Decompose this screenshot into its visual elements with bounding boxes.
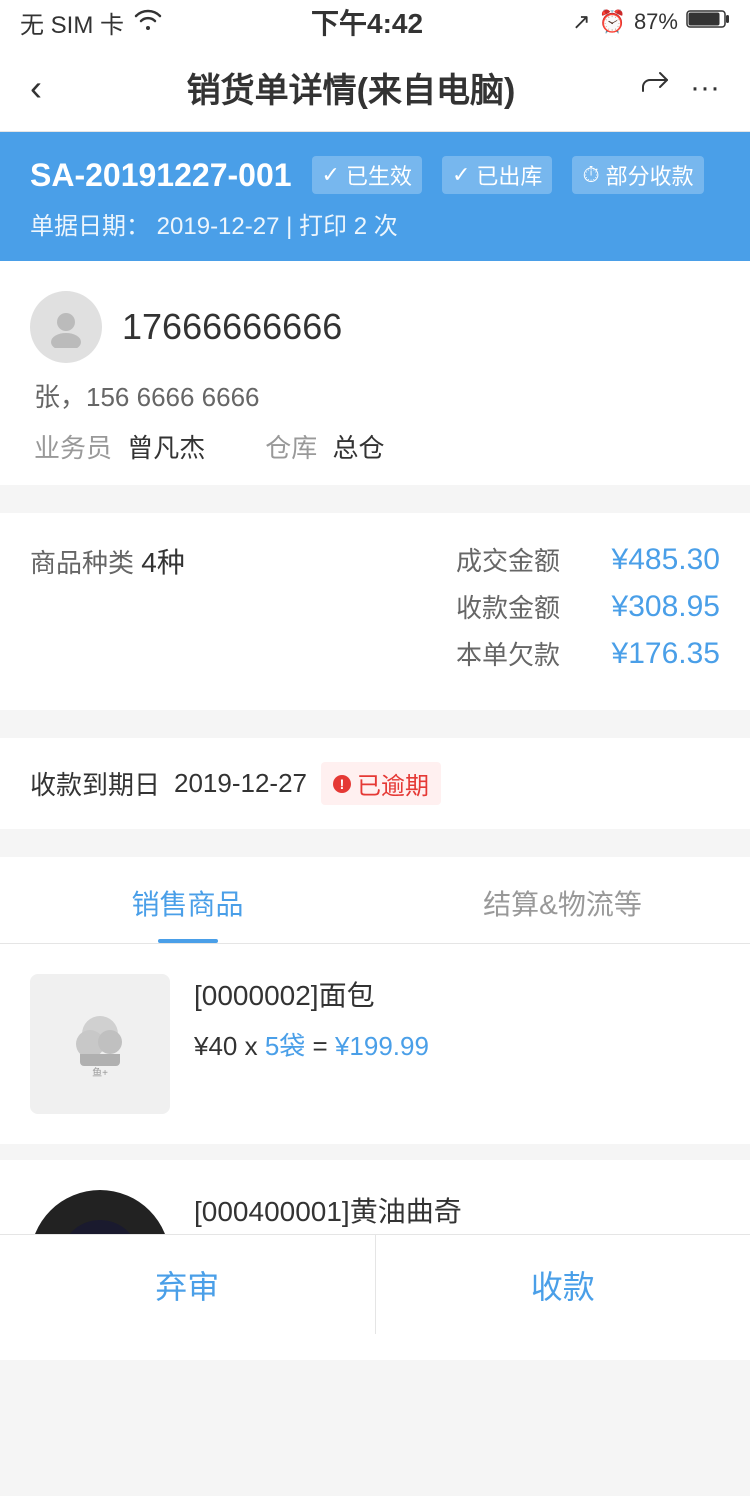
deal-amount-label: 成交金额 [456, 541, 560, 578]
salesperson-label: 业务员 [34, 433, 112, 463]
order-number: SA-20191227-001 [30, 157, 292, 194]
tab-settlement[interactable]: 结算&物流等 [375, 857, 750, 943]
status-bar: 无 SIM 卡 下午4:42 ↗ ⏰ 87% [0, 0, 750, 44]
product-info-1: [0000002]面包 ¥40 x 5袋 = ¥199.99 [194, 974, 720, 1063]
battery-icon [686, 8, 730, 36]
more-button[interactable]: ··· [690, 71, 720, 105]
status-badge-effective: ✓ 已生效 [312, 156, 422, 194]
header-banner: SA-20191227-001 ✓ 已生效 ✓ 已出库 ⏱ 部分收款 单据日期：… [0, 132, 750, 261]
status-bar-right: ↗ ⏰ 87% [572, 8, 730, 36]
check-icon-2: ✓ [452, 162, 470, 188]
nav-actions: ··· [640, 69, 720, 107]
cancel-button[interactable]: 弃审 [0, 1235, 376, 1334]
carrier-text: 无 SIM 卡 [20, 5, 124, 40]
customer-top: 17666666666 [30, 291, 720, 363]
customer-sub-info: 张，156 6666 6666 [30, 377, 720, 414]
received-amount-label: 收款金额 [456, 588, 560, 625]
price-total-1: ¥199.99 [335, 1031, 429, 1061]
tabs: 销售商品 结算&物流等 [0, 857, 750, 944]
overdue-date: 2019-12-27 [174, 768, 307, 799]
deal-amount-row: 成交金额 ¥485.30 [456, 541, 720, 578]
status-badge-partial: ⏱ 部分收款 [572, 156, 703, 194]
overdue-dot-icon: ! [333, 775, 351, 793]
received-amount-value: ¥308.95 [580, 590, 720, 624]
check-icon-1: ✓ [322, 162, 340, 188]
overdue-badge: ! 已逾期 [321, 762, 441, 805]
summary-row: 商品种类 4种 成交金额 ¥485.30 收款金额 ¥308.95 本单欠款 ¥… [30, 541, 720, 682]
page-title: 销货单详情(来自电脑) [62, 63, 640, 112]
separator-1 [0, 497, 750, 513]
received-amount-row: 收款金额 ¥308.95 [456, 588, 720, 625]
bottom-bar: 弃审 收款 [0, 1234, 750, 1334]
tab-sales-products[interactable]: 销售商品 [0, 857, 375, 943]
status-badge-shipped: ✓ 已出库 [442, 156, 552, 194]
deal-amount-value: ¥485.30 [580, 543, 720, 577]
product-item: 鱼+ [0000002]面包 ¥40 x 5袋 = ¥199.99 [0, 944, 750, 1144]
status-bar-time: 下午4:42 [311, 2, 423, 42]
customer-id: 17666666666 [122, 306, 342, 348]
back-button[interactable]: ‹ [30, 67, 62, 109]
avatar [30, 291, 102, 363]
owed-amount-label: 本单欠款 [456, 635, 560, 672]
wifi-icon [134, 8, 162, 37]
category-label: 商品种类 [30, 548, 134, 578]
category-count: 4种 [141, 547, 185, 578]
product-image-1: 鱼+ [30, 974, 170, 1114]
clock-icon: ⏱ [582, 162, 599, 188]
overdue-label: 收款到期日 [30, 765, 160, 802]
amounts: 成交金额 ¥485.30 收款金额 ¥308.95 本单欠款 ¥176.35 [456, 541, 720, 682]
price-qty-1: 5袋 [265, 1031, 305, 1061]
warehouse-label: 仓库 [265, 433, 317, 463]
svg-text:鱼+: 鱼+ [92, 1066, 108, 1079]
share-button[interactable] [640, 69, 670, 107]
location-icon: ↗ [572, 9, 590, 35]
owed-amount-value: ¥176.35 [580, 637, 720, 671]
summary-card: 商品种类 4种 成交金额 ¥485.30 收款金额 ¥308.95 本单欠款 ¥… [0, 513, 750, 710]
product-price-1: ¥40 x 5袋 = ¥199.99 [194, 1026, 720, 1063]
product-name-1: [0000002]面包 [194, 974, 720, 1014]
overdue-card: 收款到期日 2019-12-27 ! 已逾期 [0, 738, 750, 829]
confirm-button[interactable]: 收款 [376, 1235, 750, 1334]
separator-2 [0, 722, 750, 738]
warehouse-value: 总仓 [333, 433, 385, 463]
owed-amount-row: 本单欠款 ¥176.35 [456, 635, 720, 672]
nav-bar: ‹ 销货单详情(来自电脑) ··· [0, 44, 750, 132]
order-date-line: 单据日期： 2019-12-27 | 打印 2 次 [30, 206, 720, 241]
price-base-1: ¥40 x [194, 1031, 265, 1061]
salesperson-item: 业务员 曾凡杰 [34, 428, 205, 465]
salesperson-value: 曾凡杰 [127, 433, 205, 463]
status-bar-left: 无 SIM 卡 [20, 5, 162, 40]
warehouse-item: 仓库 总仓 [265, 428, 384, 465]
separator-3 [0, 841, 750, 857]
category-info: 商品种类 4种 [30, 541, 185, 581]
customer-meta: 业务员 曾凡杰 仓库 总仓 [30, 428, 720, 465]
bottom-spacer [0, 1376, 750, 1496]
battery-text: 87% [634, 9, 678, 35]
price-eq-1: = [305, 1031, 335, 1061]
overdue-badge-text: 已逾期 [357, 766, 429, 801]
product-name-2: [000400001]黄油曲奇 [194, 1190, 720, 1230]
customer-card: 17666666666 张，156 6666 6666 业务员 曾凡杰 仓库 总… [0, 261, 750, 485]
alarm-icon: ⏰ [599, 9, 626, 35]
